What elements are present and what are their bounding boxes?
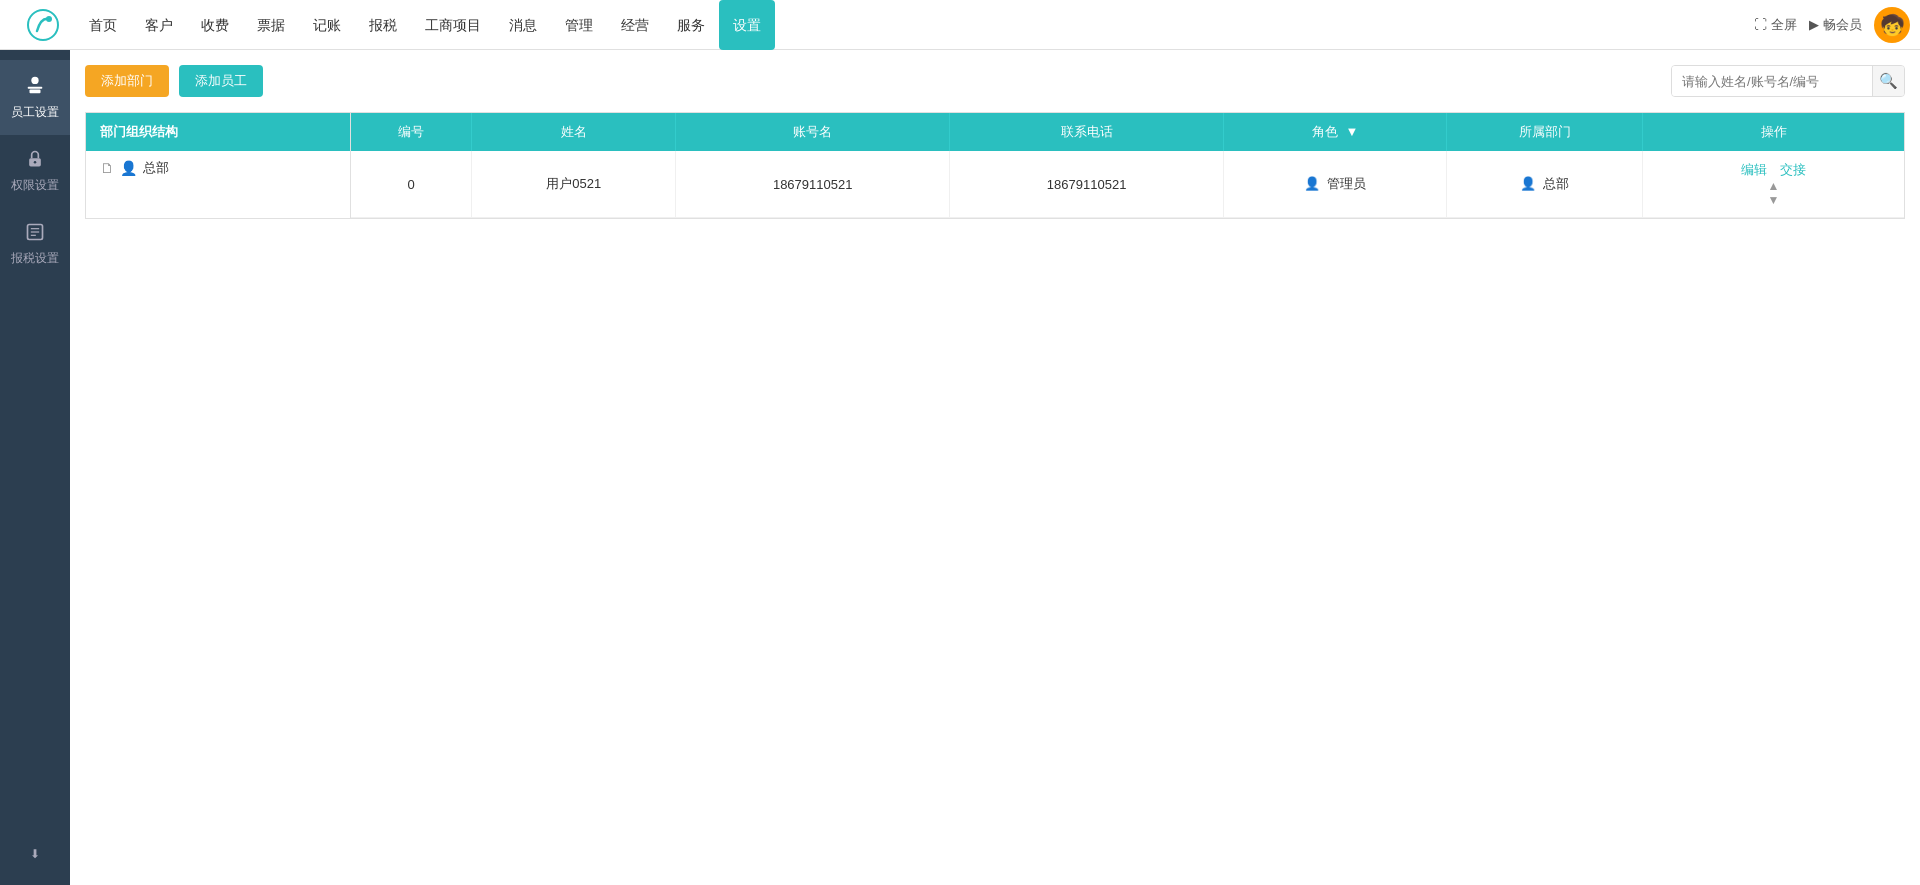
- search-bar: 🔍: [1671, 65, 1905, 97]
- down-arrow: ▼: [1768, 193, 1780, 207]
- add-employee-button[interactable]: 添加员工: [179, 65, 263, 97]
- nav-manage[interactable]: 管理: [551, 0, 607, 50]
- fullscreen-button[interactable]: ⛶ 全屏: [1754, 16, 1797, 34]
- logo: [10, 9, 75, 41]
- role-icon: 👤: [1304, 176, 1320, 191]
- member-label: 畅会员: [1823, 16, 1862, 34]
- employee-icon: [24, 74, 46, 99]
- cell-name: 用户0521: [472, 151, 676, 218]
- dept-tree: 部门组织结构 🗋 👤 总部: [86, 113, 351, 218]
- sidebar-item-tax[interactable]: 报税设置: [0, 208, 70, 281]
- dept-user-icon: 👤: [120, 160, 137, 176]
- up-arrow: ▲: [1768, 179, 1780, 193]
- svg-point-1: [46, 16, 52, 22]
- handover-link[interactable]: 交接: [1780, 162, 1806, 177]
- sidebar-download-button[interactable]: ⬇: [0, 833, 70, 875]
- search-icon: 🔍: [1879, 72, 1898, 90]
- col-id: 编号: [351, 113, 472, 151]
- edit-link[interactable]: 编辑: [1741, 162, 1767, 177]
- col-phone: 联系电话: [950, 113, 1224, 151]
- col-account: 账号名: [676, 113, 950, 151]
- nav-business[interactable]: 工商项目: [411, 0, 495, 50]
- toolbar: 添加部门 添加员工 🔍: [85, 65, 1905, 97]
- nav-account[interactable]: 记账: [299, 0, 355, 50]
- cell-id: 0: [351, 151, 472, 218]
- main-layout: 员工设置 权限设置 报税设置: [0, 50, 1920, 885]
- download-icon: ⬇: [30, 847, 40, 861]
- fullscreen-label: 全屏: [1771, 16, 1797, 34]
- dept-name-root: 总部: [143, 159, 169, 177]
- fullscreen-icon: ⛶: [1754, 17, 1767, 32]
- emp-table: 编号 姓名 账号名 联系电话 角色 ▼ 所属部门 操作: [351, 113, 1904, 218]
- dept-tree-item-root[interactable]: 🗋 👤 总部: [86, 151, 350, 185]
- svg-rect-4: [30, 90, 41, 94]
- sidebar-bottom: ⬇: [0, 833, 70, 885]
- sidebar-item-employee-label: 员工设置: [11, 104, 59, 121]
- tax-settings-icon: [25, 222, 45, 245]
- cell-dept: 👤 总部: [1447, 151, 1643, 218]
- member-icon: ▶: [1809, 17, 1819, 32]
- nav-tax[interactable]: 报税: [355, 0, 411, 50]
- nav-right: ⛶ 全屏 ▶ 畅会员 🧒: [1754, 7, 1910, 43]
- nav-ticket[interactable]: 票据: [243, 0, 299, 50]
- cell-account: 18679110521: [676, 151, 950, 218]
- dept-label: 总部: [1543, 176, 1569, 191]
- employee-area: 部门组织结构 🗋 👤 总部 编号 姓名 账号名 联系电话: [85, 112, 1905, 219]
- svg-rect-3: [28, 87, 43, 89]
- cell-actions: 编辑 交接 ▲ ▼: [1643, 151, 1904, 218]
- nav-client[interactable]: 客户: [131, 0, 187, 50]
- svg-point-2: [31, 77, 38, 84]
- top-nav: 首页 客户 收费 票据 记账 报税 工商项目 消息 管理 经营 服务 设置 ⛶ …: [0, 0, 1920, 50]
- nav-items: 首页 客户 收费 票据 记账 报税 工商项目 消息 管理 经营 服务 设置: [75, 0, 1754, 50]
- search-input[interactable]: [1672, 66, 1872, 96]
- table-row: 0 用户0521 18679110521 18679110521 👤 管理员 👤…: [351, 151, 1904, 218]
- avatar[interactable]: 🧒: [1874, 7, 1910, 43]
- svg-point-6: [34, 161, 37, 164]
- nav-operation[interactable]: 经营: [607, 0, 663, 50]
- add-dept-button[interactable]: 添加部门: [85, 65, 169, 97]
- nav-message[interactable]: 消息: [495, 0, 551, 50]
- nav-service[interactable]: 服务: [663, 0, 719, 50]
- filter-icon[interactable]: ▼: [1346, 124, 1359, 139]
- nav-settings[interactable]: 设置: [719, 0, 775, 50]
- col-dept: 所属部门: [1447, 113, 1643, 151]
- member-button[interactable]: ▶ 畅会员: [1809, 16, 1862, 34]
- col-name: 姓名: [472, 113, 676, 151]
- cell-role: 👤 管理员: [1224, 151, 1447, 218]
- scroll-arrows: ▲ ▼: [1651, 179, 1896, 207]
- nav-fee[interactable]: 收费: [187, 0, 243, 50]
- col-role: 角色 ▼: [1224, 113, 1447, 151]
- file-icon: 🗋: [100, 160, 114, 176]
- col-action: 操作: [1643, 113, 1904, 151]
- nav-home[interactable]: 首页: [75, 0, 131, 50]
- sidebar: 员工设置 权限设置 报税设置: [0, 50, 70, 885]
- sidebar-item-tax-label: 报税设置: [11, 250, 59, 267]
- svg-point-0: [28, 10, 58, 40]
- sidebar-item-employee[interactable]: 员工设置: [0, 60, 70, 135]
- sidebar-item-permission-label: 权限设置: [11, 177, 59, 194]
- sidebar-item-permission[interactable]: 权限设置: [0, 135, 70, 208]
- lock-icon: [25, 149, 45, 172]
- search-button[interactable]: 🔍: [1872, 66, 1904, 96]
- role-label: 管理员: [1327, 176, 1366, 191]
- cell-phone: 18679110521: [950, 151, 1224, 218]
- dept-icon: 👤: [1520, 176, 1536, 191]
- dept-tree-header: 部门组织结构: [86, 113, 350, 151]
- content-area: 添加部门 添加员工 🔍 部门组织结构 🗋 👤 总部: [70, 50, 1920, 885]
